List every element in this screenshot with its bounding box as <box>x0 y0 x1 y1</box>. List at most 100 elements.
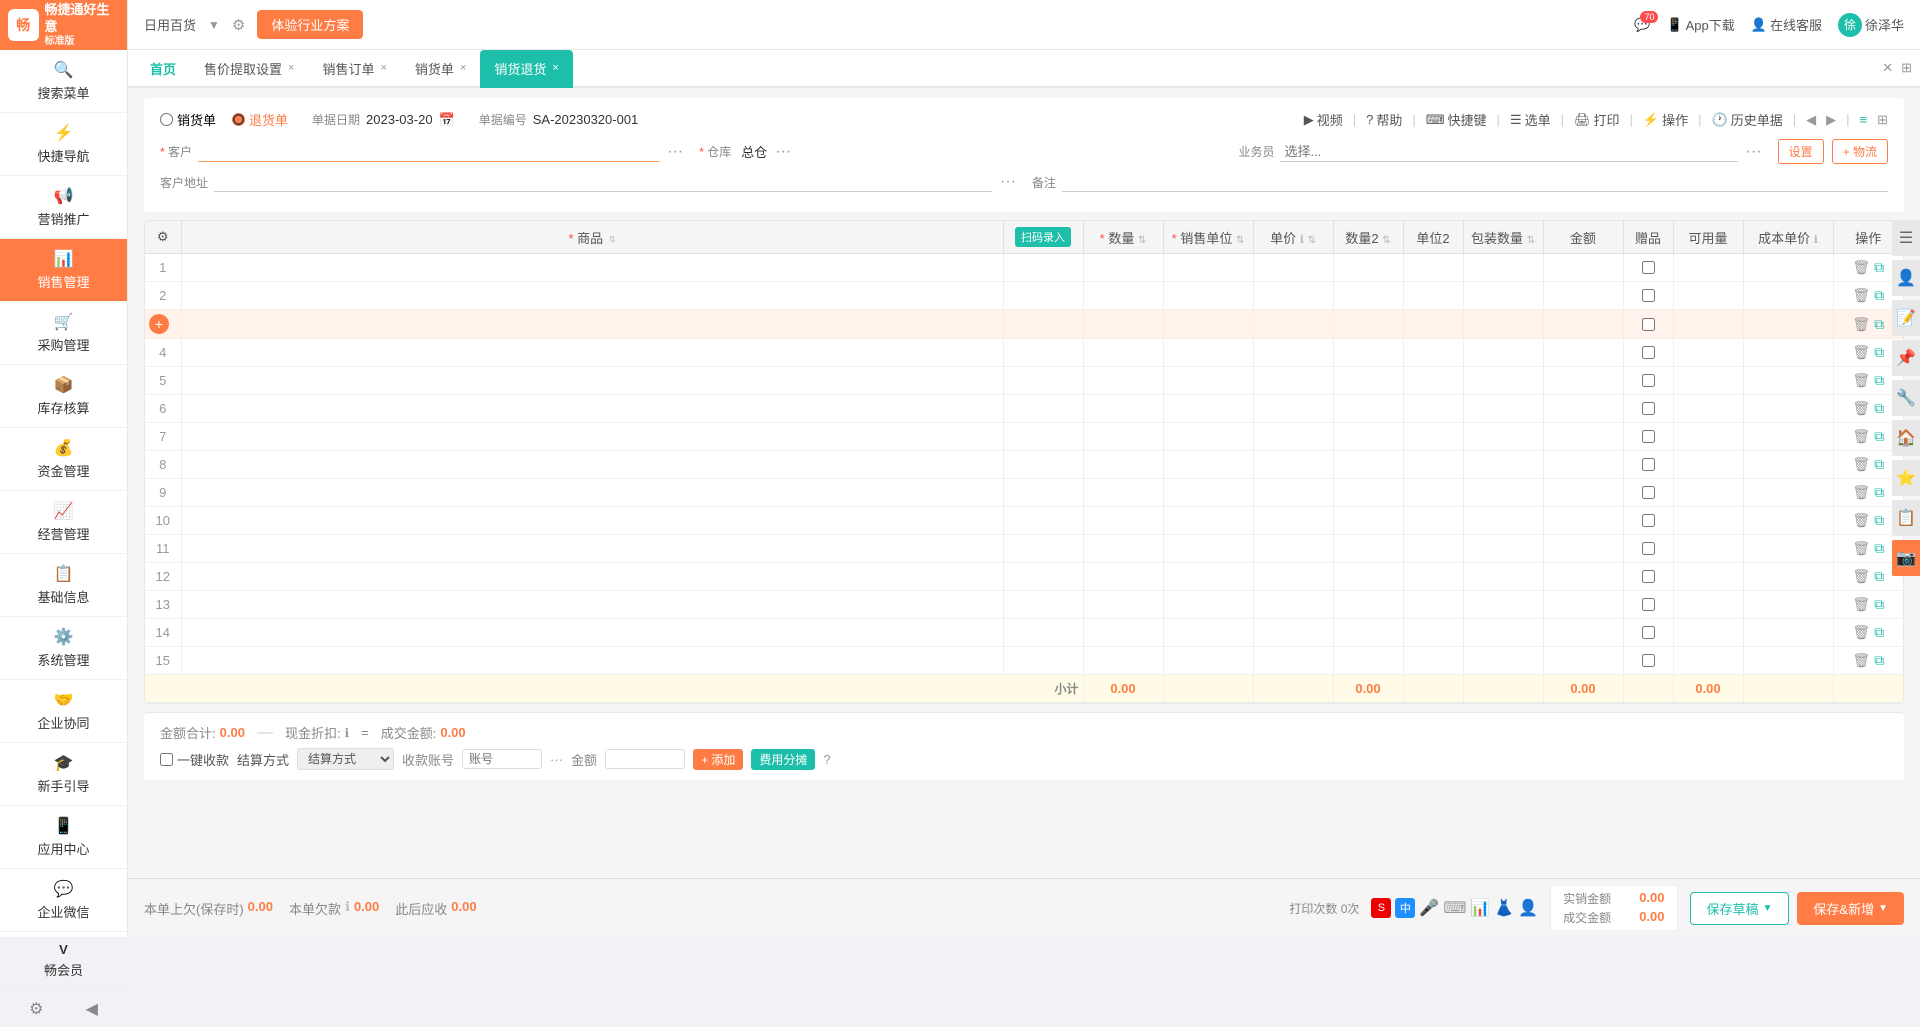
s-icon3[interactable]: 🎤 <box>1419 898 1439 918</box>
cell-qty2-7[interactable] <box>1333 423 1403 451</box>
gift-checkbox-15[interactable] <box>1642 654 1655 667</box>
sidebar-item-marketing[interactable]: 📢 营销推广 <box>0 176 127 239</box>
tab-close-price[interactable]: × <box>288 62 294 74</box>
cell-qty-15[interactable] <box>1083 647 1163 675</box>
cell-unit-14[interactable] <box>1163 619 1253 647</box>
copy-icon-6[interactable]: ⧉ <box>1874 400 1884 417</box>
gift-checkbox-3[interactable] <box>1642 318 1655 331</box>
online-service-btn[interactable]: 👤 在线客服 <box>1751 15 1822 34</box>
address-input[interactable] <box>214 172 992 192</box>
cell-pkg-2[interactable] <box>1463 282 1543 310</box>
cell-qty-14[interactable] <box>1083 619 1163 647</box>
cell-unit-6[interactable] <box>1163 395 1253 423</box>
gift-checkbox-13[interactable] <box>1642 598 1655 611</box>
cell-unit-9[interactable] <box>1163 479 1253 507</box>
cell-qty2-9[interactable] <box>1333 479 1403 507</box>
cell-price-11[interactable] <box>1253 535 1333 563</box>
cell-qty-12[interactable] <box>1083 563 1163 591</box>
cell-unit-1[interactable] <box>1163 254 1253 282</box>
cell-unit-11[interactable] <box>1163 535 1253 563</box>
s-icon1[interactable]: S <box>1371 898 1391 918</box>
cell-qty2-14[interactable] <box>1333 619 1403 647</box>
cell-product-13[interactable] <box>181 591 1003 619</box>
product-input-5[interactable] <box>186 374 999 388</box>
tab-sales-order[interactable]: 销售订单 × <box>308 50 400 88</box>
one-key-payment-checkbox[interactable] <box>160 753 173 766</box>
sidebar-item-guide[interactable]: 🎓 新手引导 <box>0 743 127 806</box>
delete-icon-13[interactable]: 🗑 <box>1852 596 1870 613</box>
gift-checkbox-8[interactable] <box>1642 458 1655 471</box>
cell-unit-7[interactable] <box>1163 423 1253 451</box>
cell-product-14[interactable] <box>181 619 1003 647</box>
delete-icon-7[interactable]: 🗑 <box>1852 428 1870 445</box>
cell-product-10[interactable] <box>181 507 1003 535</box>
gift-checkbox-1[interactable] <box>1642 261 1655 274</box>
cell-qty-3[interactable] <box>1083 310 1163 339</box>
cell-price-6[interactable] <box>1253 395 1333 423</box>
cell-product-15[interactable] <box>181 647 1003 675</box>
qty-input-4[interactable] <box>1088 346 1159 360</box>
help-question-icon[interactable]: ? <box>823 752 830 767</box>
pkg-sort-icon[interactable]: ⇅ <box>1527 235 1535 246</box>
cell-price-8[interactable] <box>1253 451 1333 479</box>
cell-product-8[interactable] <box>181 451 1003 479</box>
cell-qty2-13[interactable] <box>1333 591 1403 619</box>
account-no-input[interactable] <box>462 749 542 769</box>
shortcut-btn[interactable]: ⌨ 快捷键 <box>1426 110 1487 129</box>
product-sort-icon[interactable]: ⇅ <box>609 235 616 244</box>
edge-btn-2[interactable]: 👤 <box>1892 260 1920 296</box>
qty-input-10[interactable] <box>1088 514 1159 528</box>
tab-sales-return[interactable]: 销货退货 × <box>480 50 572 88</box>
cell-price-2[interactable] <box>1253 282 1333 310</box>
s-icon4[interactable]: ⌨ <box>1443 898 1466 918</box>
cell-qty2-15[interactable] <box>1333 647 1403 675</box>
view-grid-icon[interactable]: ⊞ <box>1877 112 1888 128</box>
gear-icon[interactable]: ⚙ <box>157 229 169 244</box>
tab-close-sales-order[interactable]: × <box>380 62 386 74</box>
cell-pkg-5[interactable] <box>1463 367 1543 395</box>
cell-unit-3[interactable] <box>1163 310 1253 339</box>
discount-info-icon[interactable]: ℹ <box>345 726 350 740</box>
gift-checkbox-2[interactable] <box>1642 289 1655 302</box>
cell-unit-12[interactable] <box>1163 563 1253 591</box>
cell-qty2-1[interactable] <box>1333 254 1403 282</box>
settings-btn[interactable]: 设置 <box>1778 139 1824 164</box>
save-draft-btn[interactable]: 保存草稿 ▼ <box>1690 892 1790 925</box>
delete-icon-3[interactable]: 🗑 <box>1852 316 1870 333</box>
add-row-btn[interactable]: + <box>149 314 169 334</box>
calc-method-select[interactable]: 结算方式 <box>297 748 394 770</box>
delete-icon-2[interactable]: 🗑 <box>1852 287 1870 304</box>
cell-unit-2[interactable] <box>1163 282 1253 310</box>
delete-icon-15[interactable]: 🗑 <box>1852 652 1870 669</box>
cell-pkg-3[interactable] <box>1463 310 1543 339</box>
sidebar-item-system[interactable]: ⚙️ 系统管理 <box>0 617 127 680</box>
tab-expand-icon[interactable]: ⊞ <box>1901 60 1912 76</box>
copy-icon-7[interactable]: ⧉ <box>1874 428 1884 445</box>
delete-icon-9[interactable]: 🗑 <box>1852 484 1870 501</box>
copy-icon-14[interactable]: ⧉ <box>1874 624 1884 641</box>
delete-icon-4[interactable]: 🗑 <box>1852 344 1870 361</box>
fee-split-btn[interactable]: 费用分摊 <box>751 749 815 770</box>
cell-pkg-11[interactable] <box>1463 535 1543 563</box>
cell-qty-4[interactable] <box>1083 339 1163 367</box>
cell-pkg-15[interactable] <box>1463 647 1543 675</box>
delete-icon-10[interactable]: 🗑 <box>1852 512 1870 529</box>
cell-qty2-5[interactable] <box>1333 367 1403 395</box>
staff-input[interactable] <box>1280 142 1737 162</box>
cell-pkg-12[interactable] <box>1463 563 1543 591</box>
cell-product-9[interactable] <box>181 479 1003 507</box>
cell-qty2-2[interactable] <box>1333 282 1403 310</box>
select-order-btn[interactable]: ☰ 选单 <box>1510 110 1551 129</box>
tab-sales-delivery[interactable]: 销货单 × <box>401 50 480 88</box>
sidebar-item-search[interactable]: 🔍 搜索菜单 <box>0 50 127 113</box>
cell-qty-8[interactable] <box>1083 451 1163 479</box>
product-input-3[interactable] <box>186 318 999 332</box>
cell-price-14[interactable] <box>1253 619 1333 647</box>
cell-price-7[interactable] <box>1253 423 1333 451</box>
product-input-8[interactable] <box>186 458 999 472</box>
cell-pkg-4[interactable] <box>1463 339 1543 367</box>
delete-icon-8[interactable]: 🗑 <box>1852 456 1870 473</box>
product-input-11[interactable] <box>186 542 999 556</box>
account-select-dots[interactable]: ··· <box>550 752 563 767</box>
cell-qty2-4[interactable] <box>1333 339 1403 367</box>
